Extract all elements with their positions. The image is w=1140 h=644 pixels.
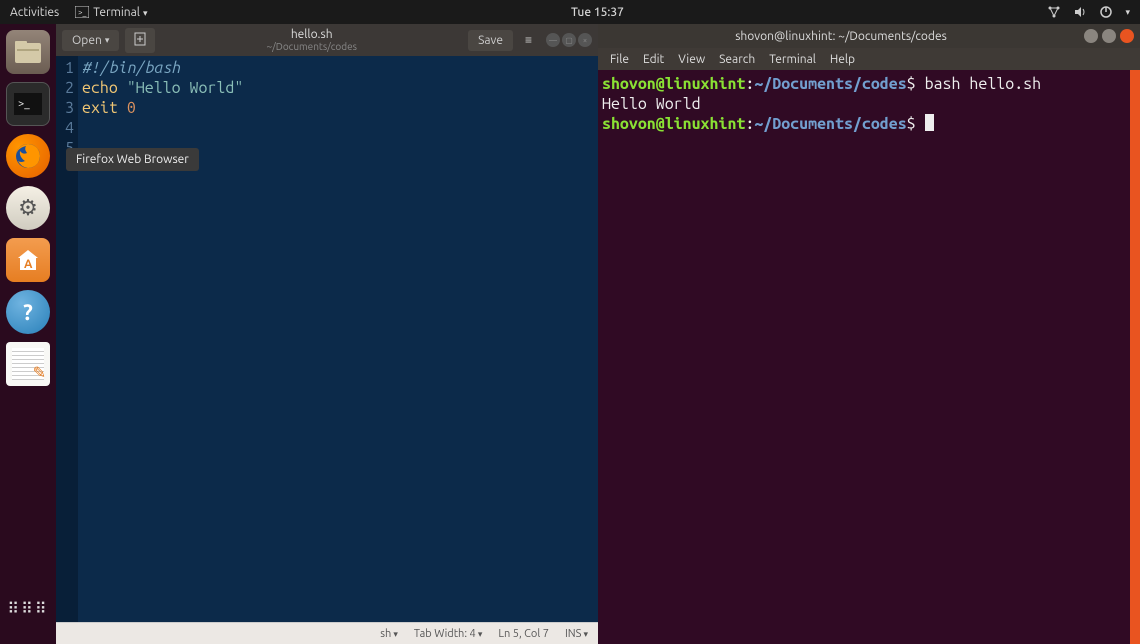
code-exit-keyword: exit [82,99,118,117]
activities-button[interactable]: Activities [10,6,59,19]
prompt-path: ~/Documents/codes [754,75,906,93]
terminal-minimize-button[interactable] [1084,29,1098,43]
terminal-menubar: File Edit View Search Terminal Help [598,48,1140,70]
dock-settings-icon[interactable]: ⚙ [6,186,50,230]
gedit-title-area: hello.sh ~/Documents/codes [155,28,468,52]
terminal-command: bash hello.sh [916,75,1041,93]
gedit-save-button[interactable]: Save [468,30,513,51]
dock-show-apps-icon[interactable]: ⠿⠿⠿ [6,586,50,630]
prompt-colon: : [745,115,754,133]
terminal-menu-edit[interactable]: Edit [637,51,670,68]
gedit-tabwidth-selector[interactable]: Tab Width: 4 [406,628,490,640]
line-number: 4 [56,118,74,138]
gedit-insert-mode[interactable]: INS [557,628,588,640]
gedit-cursor-position: Ln 5, Col 7 [490,628,557,640]
workspace: Open hello.sh ~/Documents/codes Save ≡ —… [56,24,1140,644]
terminal-close-button[interactable] [1120,29,1134,43]
dock-files-icon[interactable] [6,30,50,74]
ubuntu-dock: >_ ⚙ A ? ⠿⠿⠿ [0,24,56,644]
terminal-output: Hello World [602,94,1136,114]
dock-text-editor-icon[interactable] [6,342,50,386]
dock-software-icon[interactable]: A [6,238,50,282]
gedit-hamburger-icon[interactable]: ≡ [517,29,540,51]
gedit-close-button[interactable]: × [578,33,592,47]
power-icon[interactable] [1099,5,1113,19]
gedit-window-controls: — ▢ × [546,33,592,47]
terminal-title: shovon@linuxhint: ~/Documents/codes [598,30,1084,43]
terminal-menu-file[interactable]: File [604,51,635,68]
line-number: 1 [56,58,74,78]
code-shebang: #!/bin/bash [82,59,181,77]
code-number: 0 [127,99,136,117]
code-string: "Hello World" [127,79,243,97]
gedit-statusbar: sh Tab Width: 4 Ln 5, Col 7 INS [56,622,598,644]
svg-text:A: A [24,258,33,271]
gedit-editor-area[interactable]: 1 2 3 4 5 #!/bin/bash echo "Hello World"… [56,56,598,622]
gedit-minimize-button[interactable]: — [546,33,560,47]
dock-tooltip: Firefox Web Browser [66,148,199,171]
prompt-path: ~/Documents/codes [754,115,906,133]
gedit-filepath: ~/Documents/codes [155,41,468,52]
app-menu-label: Terminal [93,6,147,19]
dock-firefox-icon[interactable] [6,134,50,178]
volume-icon[interactable] [1073,5,1087,19]
gedit-line-gutter: 1 2 3 4 5 [56,56,78,622]
terminal-menu-search[interactable]: Search [713,51,761,68]
system-menu-caret[interactable]: ▾ [1125,7,1130,18]
prompt-dollar: $ [907,75,916,93]
code-echo-keyword: echo [82,79,118,97]
terminal-titlebar: shovon@linuxhint: ~/Documents/codes [598,24,1140,48]
gedit-headerbar: Open hello.sh ~/Documents/codes Save ≡ —… [56,24,598,56]
network-icon[interactable] [1047,5,1061,19]
prompt-dollar: $ [907,115,916,133]
system-tray[interactable]: ▾ [1047,5,1130,19]
terminal-menu-terminal[interactable]: Terminal [763,51,822,68]
terminal-menu-view[interactable]: View [672,51,711,68]
terminal-maximize-button[interactable] [1102,29,1116,43]
gedit-new-doc-button[interactable] [125,28,155,53]
prompt-user: shovon@linuxhint [602,75,745,93]
terminal-scrollbar[interactable] [1130,70,1140,644]
terminal-menu-help[interactable]: Help [824,51,861,68]
terminal-cursor [925,114,934,131]
gedit-filename: hello.sh [155,28,468,41]
prompt-user: shovon@linuxhint [602,115,745,133]
gedit-open-button[interactable]: Open [62,30,119,51]
clock[interactable]: Tue 15:37 [147,6,1047,19]
gedit-window: Open hello.sh ~/Documents/codes Save ≡ —… [56,24,598,644]
gedit-maximize-button[interactable]: ▢ [562,33,576,47]
terminal-window-controls [1084,29,1140,43]
app-menu[interactable]: >_ Terminal [75,5,147,19]
terminal-window: shovon@linuxhint: ~/Documents/codes File… [598,24,1140,644]
svg-text:>_: >_ [18,98,30,110]
terminal-indicator-icon: >_ [75,5,89,19]
svg-text:>_: >_ [78,8,87,17]
gnome-top-bar: Activities >_ Terminal Tue 15:37 ▾ [0,0,1140,24]
line-number: 3 [56,98,74,118]
dock-help-icon[interactable]: ? [6,290,50,334]
gedit-language-selector[interactable]: sh [372,628,406,640]
prompt-colon: : [745,75,754,93]
gedit-code[interactable]: #!/bin/bash echo "Hello World" exit 0 [78,56,247,622]
terminal-body[interactable]: shovon@linuxhint:~/Documents/codes$ bash… [598,70,1140,644]
line-number: 2 [56,78,74,98]
dock-terminal-icon[interactable]: >_ [6,82,50,126]
